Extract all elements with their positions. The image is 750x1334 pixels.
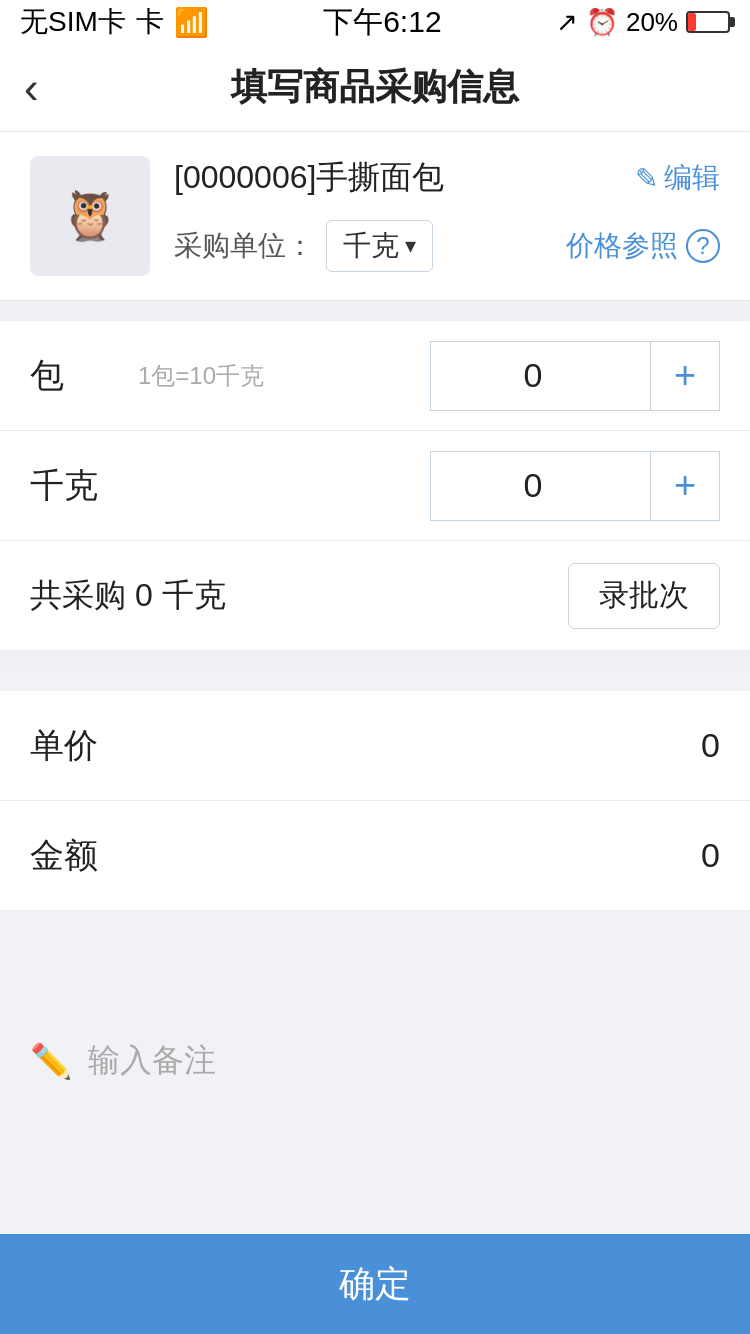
battery-fill [688, 13, 696, 31]
price-ref-label: 价格参照 [566, 227, 678, 265]
kg-plus-button[interactable]: + [650, 451, 720, 521]
package-label: 包 [30, 353, 130, 399]
kg-input-group: + [430, 451, 720, 521]
unit-value: 千克 [343, 227, 399, 265]
section-divider-2 [0, 651, 750, 671]
alarm-icon: ⏰ [586, 7, 618, 38]
amount-label: 金额 [30, 833, 98, 879]
package-sublabel: 1包=10千克 [138, 360, 430, 392]
section-divider-1 [0, 301, 750, 321]
product-name-row: [0000006]手撕面包 ✎ 编辑 [174, 156, 720, 200]
unit-label: 采购单位： [174, 227, 314, 265]
package-plus-button[interactable]: + [650, 341, 720, 411]
product-info: [0000006]手撕面包 ✎ 编辑 采购单位： 千克 ▾ 价格参照 ? [174, 156, 720, 272]
carrier-text: 无SIM卡 [20, 3, 126, 41]
edit-icon: ✎ [635, 162, 658, 195]
unit-price-label: 单价 [30, 723, 98, 769]
sim-text: 卡 [136, 3, 164, 41]
info-section: 单价 0 金额 0 [0, 691, 750, 911]
note-section[interactable]: ✏️ 输入备注 [0, 911, 750, 1211]
status-time: 下午6:12 [323, 2, 441, 43]
kg-label: 千克 [30, 463, 130, 509]
product-image: 🦉 [30, 156, 150, 276]
chevron-down-icon: ▾ [405, 233, 416, 259]
batch-button[interactable]: 录批次 [568, 563, 720, 629]
unit-select-button[interactable]: 千克 ▾ [326, 220, 433, 272]
unit-price-value: 0 [701, 726, 720, 765]
summary-row: 共采购 0 千克 录批次 [0, 541, 750, 651]
status-bar: 无SIM卡 卡 📶 下午6:12 ↗ ⏰ 20% [0, 0, 750, 44]
product-unit-row: 采购单位： 千克 ▾ 价格参照 ? [174, 220, 720, 272]
edit-button[interactable]: ✎ 编辑 [635, 159, 720, 197]
kg-row: 千克 + [0, 431, 750, 541]
product-name: [0000006]手撕面包 [174, 156, 444, 200]
battery-percent: 20% [626, 7, 678, 38]
package-input[interactable] [430, 341, 650, 411]
unit-selector-area: 采购单位： 千克 ▾ [174, 220, 433, 272]
back-button[interactable]: ‹ [24, 66, 39, 110]
status-left: 无SIM卡 卡 📶 [20, 3, 209, 41]
product-card: 🦉 [0000006]手撕面包 ✎ 编辑 采购单位： 千克 ▾ 价格参照 ? [0, 132, 750, 301]
nav-bar: ‹ 填写商品采购信息 [0, 44, 750, 132]
package-input-group: + [430, 341, 720, 411]
summary-text: 共采购 0 千克 [30, 574, 226, 618]
package-row: 包 1包=10千克 + [0, 321, 750, 431]
help-icon: ? [686, 229, 720, 263]
battery-icon [686, 11, 730, 33]
status-right: ↗ ⏰ 20% [556, 7, 730, 38]
unit-price-row: 单价 0 [0, 691, 750, 801]
kg-input[interactable] [430, 451, 650, 521]
amount-value: 0 [701, 836, 720, 875]
product-image-placeholder: 🦉 [60, 188, 120, 244]
nav-title: 填写商品采购信息 [231, 63, 519, 112]
location-icon: ↗ [556, 7, 578, 38]
amount-row: 金额 0 [0, 801, 750, 911]
edit-label: 编辑 [664, 159, 720, 197]
pencil-icon: ✏️ [30, 1041, 72, 1081]
wifi-icon: 📶 [174, 6, 209, 39]
confirm-button[interactable]: 确定 [0, 1234, 750, 1334]
form-section: 包 1包=10千克 + 千克 + [0, 321, 750, 541]
price-ref-button[interactable]: 价格参照 ? [566, 227, 720, 265]
note-placeholder: 输入备注 [88, 1039, 216, 1083]
